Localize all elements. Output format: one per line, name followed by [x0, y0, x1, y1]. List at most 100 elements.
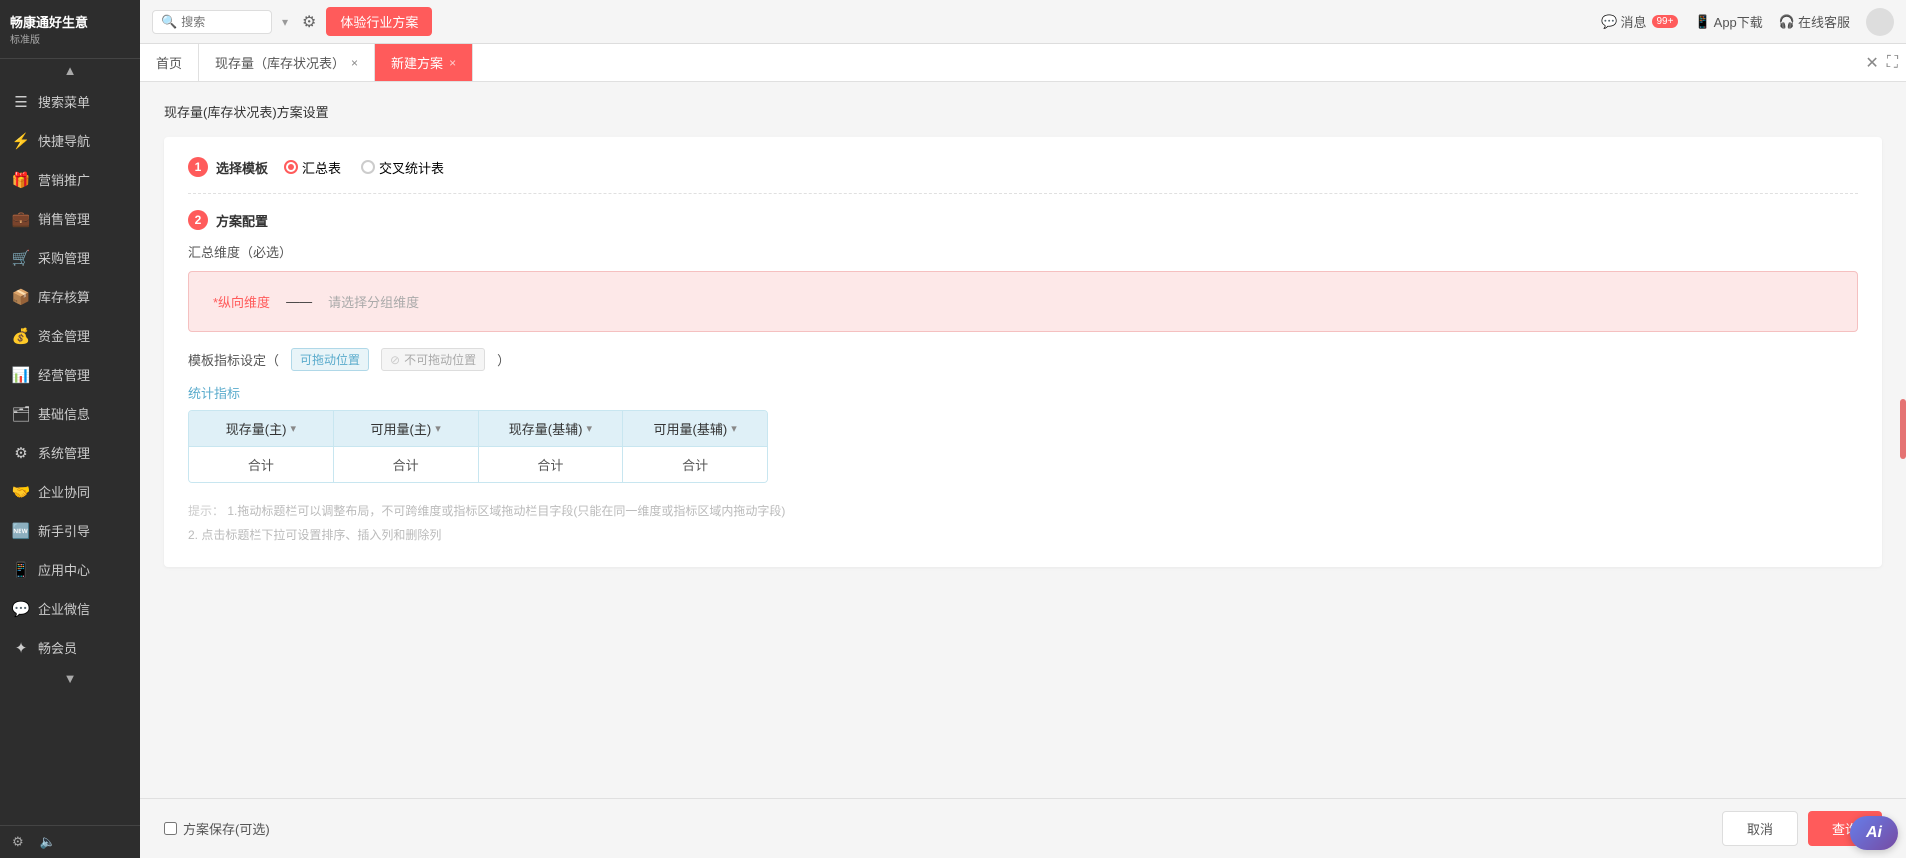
bottom-bar: 方案保存(可选) 取消 查询 — [140, 798, 1906, 858]
sidebar-label: 企业微信 — [38, 599, 90, 618]
dim-dash: —— — [286, 294, 312, 309]
cancel-button[interactable]: 取消 — [1722, 811, 1798, 846]
sidebar-scroll-down[interactable]: ▼ — [0, 667, 140, 690]
tab-new-plan[interactable]: 新建方案 × — [375, 44, 473, 81]
sidebar-bottom[interactable]: ⚙ 🔈 — [0, 825, 140, 858]
sidebar-item-corp-coop[interactable]: 🤝 企业协同 — [0, 472, 140, 511]
radio-summary[interactable]: 汇总表 — [284, 158, 341, 177]
section1-header: 1 选择模板 汇总表 交叉统计表 — [188, 157, 1858, 177]
search-input[interactable] — [181, 15, 261, 29]
tab-new-plan-close[interactable]: × — [449, 56, 456, 70]
tab-new-plan-label: 新建方案 — [391, 53, 443, 72]
indicator-setting-label: 模板指标设定（ — [188, 350, 279, 369]
sidebar-label: 库存核算 — [38, 287, 90, 306]
marketing-icon: 🎁 — [12, 171, 30, 189]
stats-label: 统计指标 — [188, 383, 1858, 402]
resize-handle[interactable] — [1900, 399, 1906, 459]
sidebar-item-operations[interactable]: 📊 经营管理 — [0, 355, 140, 394]
tabbar-expand-icon[interactable]: ⛶ — [1887, 54, 1898, 72]
avatar[interactable] — [1866, 8, 1894, 36]
app-download-button[interactable]: 📱 App下载 — [1694, 12, 1762, 31]
col-chevron-3[interactable]: ▾ — [731, 422, 737, 435]
sidebar-item-quick-nav[interactable]: ⚡ 快捷导航 — [0, 121, 140, 160]
sound-icon[interactable]: 🔈 — [40, 834, 56, 850]
sidebar-item-search-menu[interactable]: ☰ 搜索菜单 — [0, 82, 140, 121]
online-service-button[interactable]: 🎧 在线客服 — [1779, 12, 1850, 31]
app-download-label: App下载 — [1714, 12, 1763, 31]
operations-icon: 📊 — [12, 366, 30, 384]
tabbar-controls: ✕ ⛶ — [1865, 44, 1906, 81]
non-draggable-badge: ⊘ 不可拖动位置 — [381, 348, 485, 371]
sidebar-item-base-info[interactable]: 🗂 基础信息 — [0, 394, 140, 433]
sidebar-item-vip[interactable]: ✦ 畅会员 — [0, 628, 140, 667]
sidebar-label: 应用中心 — [38, 560, 90, 579]
save-option-checkbox[interactable] — [164, 822, 177, 835]
purchase-icon: 🛒 — [12, 249, 30, 267]
section2-num: 2 — [188, 210, 208, 230]
tab-inventory-close[interactable]: × — [351, 56, 358, 70]
summary-dim-label: 汇总维度（必选） — [188, 242, 1858, 261]
sidebar-item-purchase[interactable]: 🛒 采购管理 — [0, 238, 140, 277]
system-icon: ⚙ — [12, 444, 30, 462]
col-chevron-0[interactable]: ▾ — [290, 422, 296, 435]
sales-icon: 💼 — [12, 210, 30, 228]
dropdown-text: ▾ — [282, 15, 288, 29]
sidebar-item-app-center[interactable]: 📱 应用中心 — [0, 550, 140, 589]
sidebar-label: 搜索菜单 — [38, 92, 90, 111]
messages-badge: 99+ — [1652, 15, 1679, 28]
sidebar-label: 快捷导航 — [38, 131, 90, 150]
main-area: 🔍 ▾ ⚙ 体验行业方案 💬 消息 99+ 📱 App下载 🎧 在线客服 — [140, 0, 1906, 858]
section1-label: 选择模板 — [216, 158, 268, 177]
stats-col-1: 可用量(主) ▾ 合计 — [334, 411, 479, 482]
dim-box[interactable]: *纵向维度 —— 请选择分组维度 — [188, 271, 1858, 332]
sidebar-scroll-up[interactable]: ▲ — [0, 59, 140, 82]
page-title: 现存量(库存状况表)方案设置 — [164, 102, 1882, 121]
stats-col-header-2[interactable]: 现存量(基辅) ▾ — [479, 411, 623, 447]
stats-col-header-0[interactable]: 现存量(主) ▾ — [189, 411, 333, 447]
radio-summary-label: 汇总表 — [302, 158, 341, 177]
settings-icon[interactable]: ⚙ — [12, 834, 24, 850]
radio-cross[interactable]: 交叉统计表 — [361, 158, 444, 177]
stats-col-body-1: 合计 — [334, 447, 478, 482]
hint2: 2. 点击标题栏下拉可设置排序、插入列和删除列 — [188, 528, 441, 542]
stats-col-body-3: 合计 — [623, 447, 767, 482]
tab-inventory[interactable]: 现存量（库存状况表） × — [199, 44, 375, 81]
sidebar-item-corp-wechat[interactable]: 💬 企业微信 — [0, 589, 140, 628]
sidebar-item-marketing[interactable]: 🎁 营销推广 — [0, 160, 140, 199]
trial-industry-button[interactable]: 体验行业方案 — [326, 7, 432, 36]
stats-table-header: 现存量(主) ▾ 合计 可用量(主) ▾ 合计 — [189, 411, 767, 482]
hint1: 1.拖动标题栏可以调整布局，不可跨维度或指标区域拖动栏目字段(只能在同一维度或指… — [227, 504, 785, 518]
message-icon: 💬 — [1601, 14, 1617, 30]
messages-button[interactable]: 💬 消息 99+ — [1601, 12, 1678, 31]
col-header-label-1: 可用量(主) — [371, 419, 432, 438]
tabbar-close-icon[interactable]: ✕ — [1865, 53, 1878, 73]
sidebar-item-sales[interactable]: 💼 销售管理 — [0, 199, 140, 238]
app-center-icon: 📱 — [12, 561, 30, 579]
tab-home-label: 首页 — [156, 53, 182, 72]
stats-col-3: 可用量(基辅) ▾ 合计 — [623, 411, 767, 482]
sidebar-item-finance[interactable]: 💰 资金管理 — [0, 316, 140, 355]
topbar-search-box[interactable]: 🔍 — [152, 10, 272, 34]
finance-icon: 💰 — [12, 327, 30, 345]
col-chevron-1[interactable]: ▾ — [435, 422, 441, 435]
save-option[interactable]: 方案保存(可选) — [164, 819, 270, 838]
ai-button[interactable]: Ai — [1850, 816, 1898, 850]
sidebar-item-inventory[interactable]: 📦 库存核算 — [0, 277, 140, 316]
stats-col-2: 现存量(基辅) ▾ 合计 — [479, 411, 624, 482]
sidebar-item-system[interactable]: ⚙ 系统管理 — [0, 433, 140, 472]
topbar-dropdown[interactable]: ▾ — [282, 15, 288, 29]
no-drag-icon: ⊘ — [390, 353, 400, 367]
tab-home[interactable]: 首页 — [140, 44, 199, 81]
sidebar-item-new-guide[interactable]: 🆕 新手引导 — [0, 511, 140, 550]
stats-col-header-1[interactable]: 可用量(主) ▾ — [334, 411, 478, 447]
corp-coop-icon: 🤝 — [12, 483, 30, 501]
tabbar: 首页 现存量（库存状况表） × 新建方案 × ✕ ⛶ — [140, 44, 1906, 82]
col-chevron-2[interactable]: ▾ — [586, 422, 592, 435]
logo-sub: 标准版 — [10, 31, 130, 46]
gear-icon[interactable]: ⚙ — [302, 12, 316, 32]
app-logo: 畅康通好生意 标准版 — [0, 0, 140, 59]
sidebar: 畅康通好生意 标准版 ▲ ☰ 搜索菜单 ⚡ 快捷导航 🎁 营销推广 💼 销售管理… — [0, 0, 140, 858]
hint-title: 提示： — [188, 504, 224, 518]
stats-col-header-3[interactable]: 可用量(基辅) ▾ — [623, 411, 767, 447]
base-info-icon: 🗂 — [12, 405, 30, 423]
